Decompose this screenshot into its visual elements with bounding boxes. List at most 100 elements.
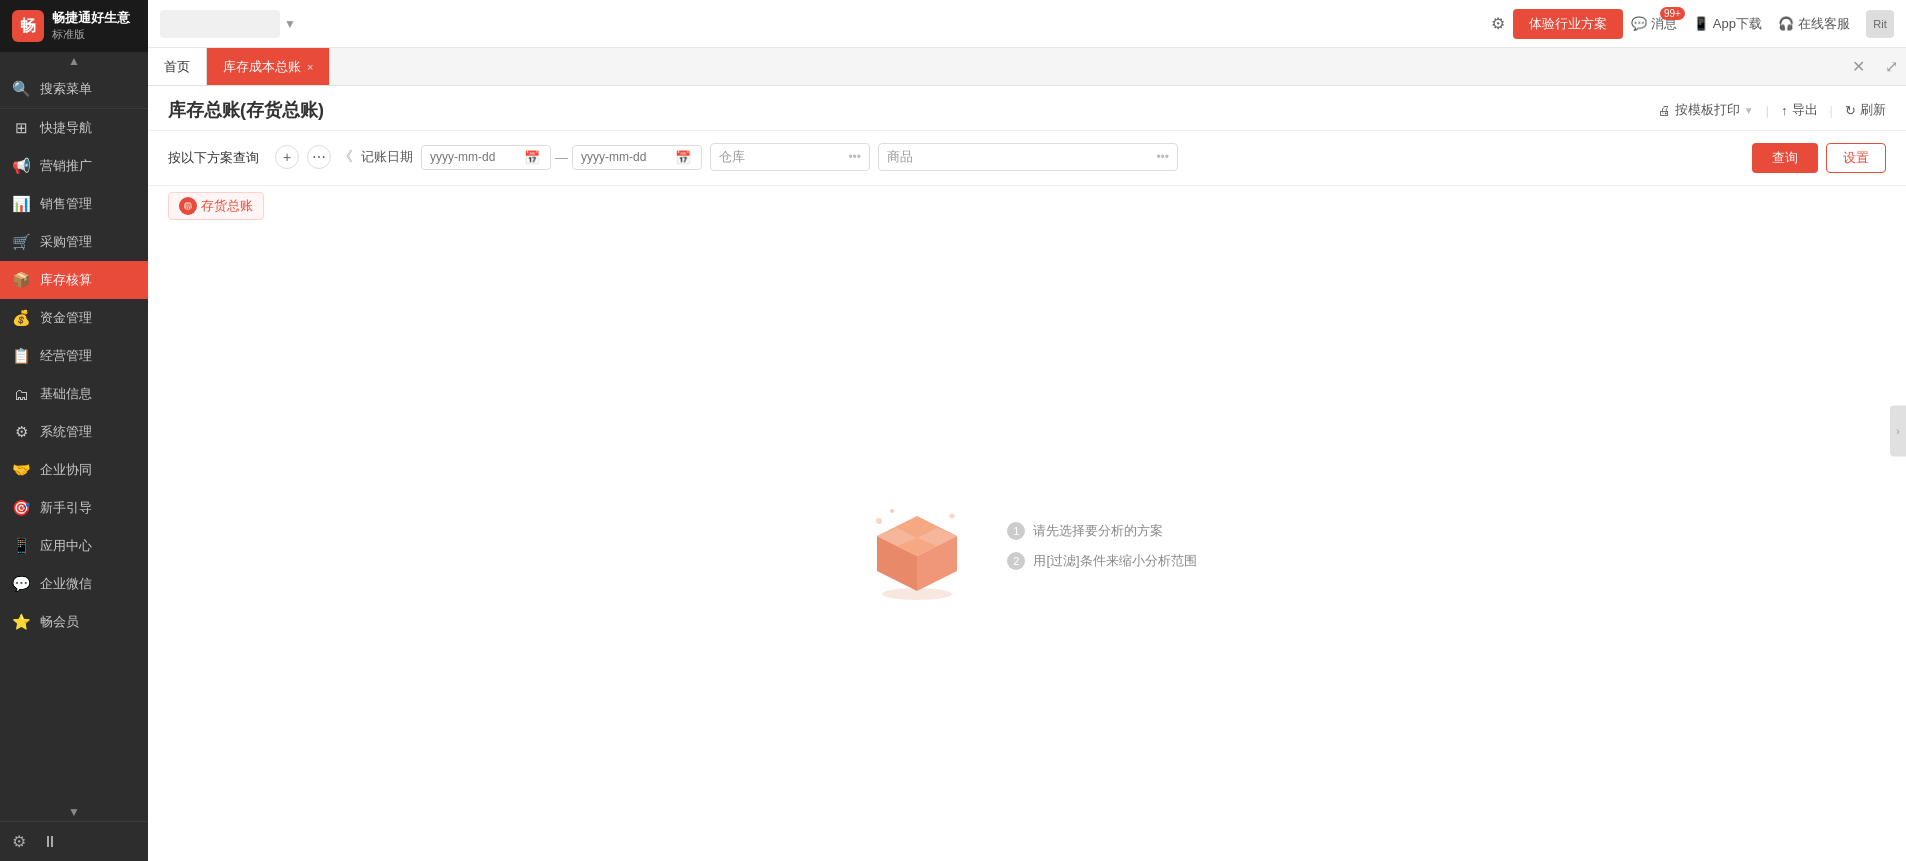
sidebar-logo: 畅 畅捷通好生意 标准版 — [0, 0, 148, 52]
sidebar-menu: ⊞ 快捷导航 📢 营销推广 📊 销售管理 🛒 采购管理 📦 库存核算 💰 资金管… — [0, 109, 148, 803]
svg-text:货: 货 — [185, 203, 192, 211]
tab-close-icon[interactable]: × — [307, 61, 313, 73]
sidebar-item-operations[interactable]: 📋 经营管理 — [0, 337, 148, 375]
basic-info-icon: 🗂 — [12, 386, 30, 403]
scroll-down[interactable]: ▼ — [0, 803, 148, 821]
print-btn[interactable]: 🖨 按模板打印 ▼ — [1658, 101, 1754, 119]
system-icon: ⚙ — [12, 423, 30, 441]
warehouse-select[interactable]: 仓库 ••• — [710, 143, 870, 171]
filter-more-button[interactable]: ⋯ — [307, 145, 331, 169]
nav-breadcrumb — [160, 10, 280, 38]
settings-bottom-icon[interactable]: ⚙ — [12, 832, 26, 851]
sidebar-item-system[interactable]: ⚙ 系统管理 — [0, 413, 148, 451]
svg-point-8 — [876, 518, 882, 524]
enterprise-icon: 🤝 — [12, 461, 30, 479]
sidebar-item-member[interactable]: ⭐ 畅会员 — [0, 603, 148, 641]
filter-label: 按以下方案查询 — [168, 143, 259, 167]
quick-nav-icon: ⊞ — [12, 119, 30, 137]
filter-tag-scheme[interactable]: 货 存货总账 — [168, 192, 264, 220]
sidebar-item-app-center[interactable]: 📱 应用中心 — [0, 527, 148, 565]
online-service-btn[interactable]: 🎧 在线客服 — [1778, 15, 1850, 33]
tab-inventory-ledger[interactable]: 库存成本总账 × — [207, 48, 330, 85]
export-icon: ↑ — [1781, 103, 1788, 118]
print-icon: 🖨 — [1658, 103, 1671, 118]
phone-icon: 📱 — [1693, 16, 1709, 31]
separator-2: | — [1830, 103, 1833, 118]
calendar-start-icon[interactable]: 📅 — [524, 150, 540, 165]
app-download-btn[interactable]: 📱 App下载 — [1693, 15, 1762, 33]
calendar-end-icon[interactable]: 📅 — [675, 150, 691, 165]
empty-state: 1 请先选择要分析的方案 2 用[过滤]条件来缩小分析范围 — [148, 230, 1906, 861]
date-start-input[interactable] — [430, 150, 520, 164]
guide-icon: 🎯 — [12, 499, 30, 517]
operations-icon: 📋 — [12, 347, 30, 365]
expand-icon[interactable]: ⤢ — [1877, 57, 1906, 76]
export-btn[interactable]: ↑ 导出 — [1781, 101, 1818, 119]
filter-controls: + ⋯ 《 记账日期 📅 — 📅 — [275, 143, 1736, 171]
refresh-icon: ↻ — [1845, 103, 1856, 118]
sidebar-item-marketing[interactable]: 📢 营销推广 — [0, 147, 148, 185]
filter-add-button[interactable]: + — [275, 145, 299, 169]
empty-illustration — [857, 486, 977, 606]
page-title: 库存总账(存货总账) — [168, 98, 324, 122]
filter-collapse-icon[interactable]: 《 — [339, 148, 353, 166]
svg-point-10 — [950, 513, 955, 518]
sidebar-item-sales[interactable]: 📊 销售管理 — [0, 185, 148, 223]
sidebar: 畅 畅捷通好生意 标准版 ▲ 🔍 搜索菜单 ⊞ 快捷导航 📢 营销推广 📊 销售… — [0, 0, 148, 861]
sidebar-item-inventory[interactable]: 📦 库存核算 — [0, 261, 148, 299]
finance-icon: 💰 — [12, 309, 30, 327]
sidebar-item-purchase[interactable]: 🛒 采购管理 — [0, 223, 148, 261]
svg-point-9 — [890, 509, 894, 513]
empty-hint-2: 2 用[过滤]条件来缩小分析范围 — [1007, 552, 1196, 570]
tab-close-main-icon[interactable]: ✕ — [1840, 57, 1877, 76]
tab-home[interactable]: 首页 — [148, 48, 207, 85]
date-separator: — — [555, 150, 568, 165]
trial-button[interactable]: 体验行业方案 — [1513, 9, 1623, 39]
purchase-icon: 🛒 — [12, 233, 30, 251]
sidebar-item-wechat[interactable]: 💬 企业微信 — [0, 565, 148, 603]
settings-button[interactable]: 设置 — [1826, 143, 1886, 173]
refresh-btn[interactable]: ↻ 刷新 — [1845, 101, 1886, 119]
app-center-icon: 📱 — [12, 537, 30, 555]
right-panel-toggle[interactable]: › — [1890, 405, 1906, 456]
separator-1: | — [1766, 103, 1769, 118]
step-1-circle: 1 — [1007, 522, 1025, 540]
sidebar-item-search[interactable]: 🔍 搜索菜单 — [0, 70, 148, 109]
message-btn[interactable]: 💬 消息 99+ — [1631, 15, 1677, 33]
sales-icon: 📊 — [12, 195, 30, 213]
inventory-icon: 📦 — [12, 271, 30, 289]
scroll-up[interactable]: ▲ — [0, 52, 148, 70]
search-icon: 🔍 — [12, 80, 30, 98]
goods-select[interactable]: 商品 ••• — [878, 143, 1178, 171]
sidebar-item-finance[interactable]: 💰 资金管理 — [0, 299, 148, 337]
user-avatar[interactable]: Rit — [1866, 10, 1894, 38]
warehouse-more-icon: ••• — [848, 150, 861, 164]
date-end-input[interactable] — [581, 150, 671, 164]
empty-text: 1 请先选择要分析的方案 2 用[过滤]条件来缩小分析范围 — [1007, 522, 1196, 570]
date-range: 📅 — 📅 — [421, 145, 702, 170]
brand-icon: 畅 — [12, 10, 44, 42]
date-start-input-wrap[interactable]: 📅 — [421, 145, 551, 170]
print-dropdown-icon: ▼ — [1744, 105, 1754, 116]
marketing-icon: 📢 — [12, 157, 30, 175]
page-header: 库存总账(存货总账) 🖨 按模板打印 ▼ | ↑ 导出 | ↻ 刷新 — [148, 86, 1906, 131]
topbar-right: 💬 消息 99+ 📱 App下载 🎧 在线客服 Rit — [1631, 10, 1894, 38]
filter-area: 按以下方案查询 + ⋯ 《 记账日期 📅 — 📅 — [148, 131, 1906, 186]
gear-icon[interactable]: ⚙ — [1491, 14, 1505, 33]
sidebar-item-guide[interactable]: 🎯 新手引导 — [0, 489, 148, 527]
sidebar-item-enterprise[interactable]: 🤝 企业协同 — [0, 451, 148, 489]
main-area: ▼ ⚙ 体验行业方案 💬 消息 99+ 📱 App下载 🎧 在线客服 Rit — [148, 0, 1906, 861]
audio-bottom-icon[interactable]: ⏸ — [42, 833, 58, 851]
query-button[interactable]: 查询 — [1752, 143, 1818, 173]
sidebar-item-quick-nav[interactable]: ⊞ 快捷导航 — [0, 109, 148, 147]
chevron-right-icon: › — [1896, 425, 1899, 436]
page-header-actions: 🖨 按模板打印 ▼ | ↑ 导出 | ↻ 刷新 — [1658, 101, 1886, 119]
tabbar: 首页 库存成本总账 × ✕ ⤢ — [148, 48, 1906, 86]
date-label: 记账日期 — [361, 148, 413, 166]
date-end-input-wrap[interactable]: 📅 — [572, 145, 702, 170]
topbar: ▼ ⚙ 体验行业方案 💬 消息 99+ 📱 App下载 🎧 在线客服 Rit — [148, 0, 1906, 48]
sidebar-item-basic-info[interactable]: 🗂 基础信息 — [0, 375, 148, 413]
member-icon: ⭐ — [12, 613, 30, 631]
goods-more-icon: ••• — [1156, 150, 1169, 164]
wechat-icon: 💬 — [12, 575, 30, 593]
